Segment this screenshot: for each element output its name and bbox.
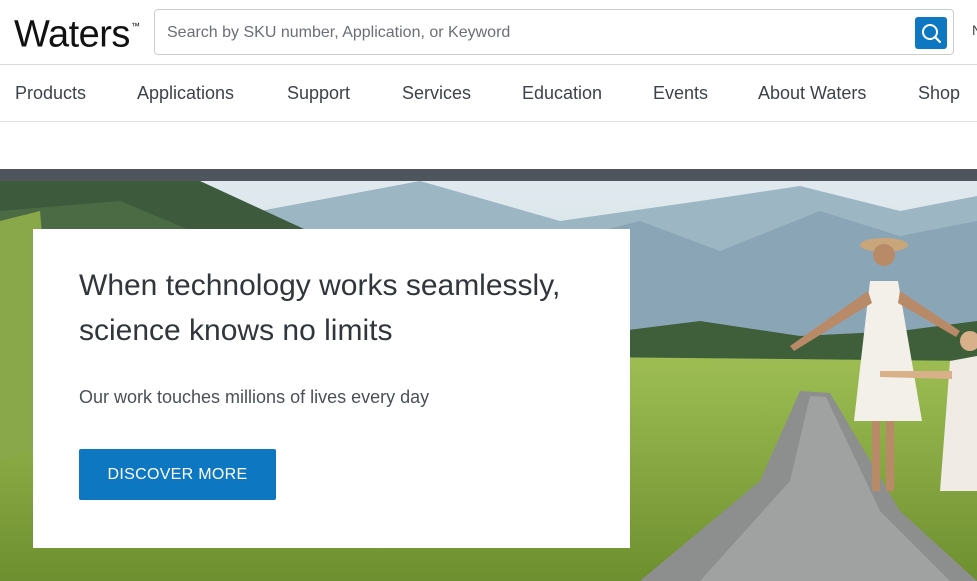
logo-trademark: ™ (130, 21, 140, 31)
nav-divider (0, 121, 977, 122)
discover-more-button[interactable]: DISCOVER MORE (79, 449, 276, 500)
hero-headline: When technology works seamlessly, scienc… (79, 269, 561, 347)
logo-text: Waters (14, 13, 130, 56)
nav-item-services[interactable]: Services (402, 83, 471, 104)
hero-subline: Our work touches millions of lives every… (79, 387, 430, 407)
nav-item-products[interactable]: Products (15, 83, 86, 104)
header-overflow-link[interactable]: N (972, 22, 977, 38)
main-nav: Products Applications Support Services E… (0, 65, 977, 122)
search-button[interactable] (915, 17, 947, 49)
nav-item-support[interactable]: Support (287, 83, 350, 104)
nav-item-shop[interactable]: Shop (918, 83, 960, 104)
site-header: Waters™ N (0, 0, 977, 64)
hero-card: When technology works seamlessly, scienc… (33, 229, 630, 548)
nav-item-about-waters[interactable]: About Waters (758, 83, 866, 104)
nav-item-applications[interactable]: Applications (137, 83, 234, 104)
search-icon (922, 24, 942, 44)
nav-item-events[interactable]: Events (653, 83, 708, 104)
nav-item-education[interactable]: Education (522, 83, 602, 104)
waters-logo[interactable]: Waters™ (14, 6, 140, 59)
search-box (154, 9, 954, 56)
search-input[interactable] (165, 10, 909, 56)
hero-top-bar (0, 169, 977, 181)
